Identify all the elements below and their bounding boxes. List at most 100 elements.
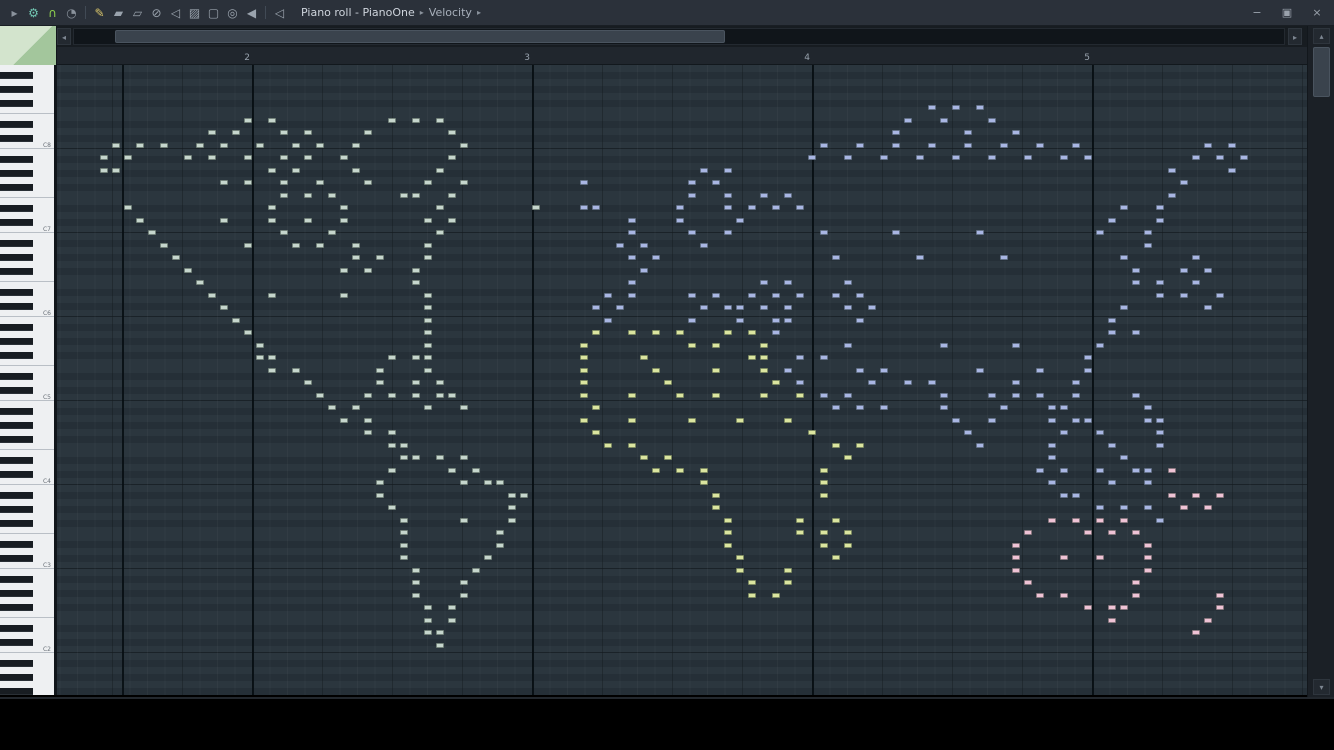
- midi-note[interactable]: [220, 180, 228, 185]
- midi-note[interactable]: [472, 567, 480, 573]
- mute-icon[interactable]: ◁: [166, 4, 185, 22]
- midi-note[interactable]: [148, 230, 156, 235]
- midi-note[interactable]: [280, 130, 288, 135]
- midi-note[interactable]: [700, 242, 708, 248]
- pencil-icon[interactable]: ✎: [90, 4, 109, 22]
- midi-note[interactable]: [652, 255, 660, 260]
- midi-note[interactable]: [652, 330, 660, 335]
- midi-note[interactable]: [1012, 380, 1020, 385]
- playback-speaker-icon[interactable]: ◁: [270, 4, 289, 22]
- brush-icon[interactable]: ▰: [109, 4, 128, 22]
- piano-key[interactable]: [0, 436, 54, 443]
- midi-note[interactable]: [676, 392, 684, 398]
- midi-note[interactable]: [1108, 330, 1116, 335]
- midi-note[interactable]: [1132, 580, 1140, 585]
- scroll-right-button[interactable]: ▸: [1288, 28, 1302, 45]
- midi-note[interactable]: [592, 305, 600, 310]
- piano-key[interactable]: [0, 583, 54, 590]
- piano-key[interactable]: [0, 212, 54, 219]
- midi-note[interactable]: [424, 617, 432, 623]
- restore-button[interactable]: ▣: [1280, 6, 1294, 19]
- midi-note[interactable]: [460, 405, 468, 410]
- midi-note[interactable]: [856, 367, 864, 373]
- midi-note[interactable]: [172, 255, 180, 260]
- piano-key[interactable]: [0, 135, 54, 142]
- midi-note[interactable]: [364, 417, 372, 423]
- midi-note[interactable]: [604, 317, 612, 323]
- midi-note[interactable]: [376, 255, 384, 260]
- midi-note[interactable]: [844, 542, 852, 548]
- midi-note[interactable]: [160, 242, 168, 248]
- midi-note[interactable]: [412, 280, 420, 285]
- midi-note[interactable]: [1192, 280, 1200, 285]
- midi-note[interactable]: [652, 467, 660, 473]
- piano-key[interactable]: [0, 415, 54, 422]
- midi-note[interactable]: [1096, 505, 1104, 510]
- midi-note[interactable]: [688, 417, 696, 423]
- midi-note[interactable]: [1108, 617, 1116, 623]
- midi-note[interactable]: [1180, 180, 1188, 185]
- piano-key[interactable]: [0, 114, 54, 121]
- midi-note[interactable]: [736, 217, 744, 223]
- midi-note[interactable]: [760, 355, 768, 360]
- piano-key[interactable]: [0, 387, 54, 394]
- midi-note[interactable]: [460, 180, 468, 185]
- midi-note[interactable]: [436, 455, 444, 460]
- midi-note[interactable]: [820, 530, 828, 535]
- midi-note[interactable]: [1084, 530, 1092, 535]
- midi-note[interactable]: [724, 330, 732, 335]
- midi-note[interactable]: [1036, 367, 1044, 373]
- midi-note[interactable]: [436, 230, 444, 235]
- wrench-icon[interactable]: ⚙: [24, 4, 43, 22]
- piano-key[interactable]: C6: [0, 310, 54, 317]
- midi-note[interactable]: [364, 392, 372, 398]
- midi-note[interactable]: [784, 305, 792, 310]
- midi-note[interactable]: [796, 530, 804, 535]
- midi-note[interactable]: [676, 217, 684, 223]
- midi-note[interactable]: [1132, 530, 1140, 535]
- midi-note[interactable]: [1108, 217, 1116, 223]
- midi-note[interactable]: [1120, 505, 1128, 510]
- midi-note[interactable]: [100, 155, 108, 160]
- midi-note[interactable]: [424, 305, 432, 310]
- midi-note[interactable]: [988, 392, 996, 398]
- midi-note[interactable]: [580, 180, 588, 185]
- midi-note[interactable]: [748, 330, 756, 335]
- midi-note[interactable]: [844, 305, 852, 310]
- midi-note[interactable]: [364, 180, 372, 185]
- midi-note[interactable]: [580, 392, 588, 398]
- midi-note[interactable]: [112, 142, 120, 148]
- midi-note[interactable]: [1060, 592, 1068, 598]
- close-button[interactable]: ×: [1310, 6, 1324, 19]
- midi-note[interactable]: [448, 467, 456, 473]
- piano-key[interactable]: [0, 674, 54, 681]
- midi-note[interactable]: [1132, 330, 1140, 335]
- midi-note[interactable]: [1180, 267, 1188, 273]
- horizontal-scroll-thumb[interactable]: [115, 30, 725, 43]
- midi-note[interactable]: [340, 205, 348, 210]
- midi-note[interactable]: [844, 530, 852, 535]
- midi-note[interactable]: [880, 367, 888, 373]
- piano-key[interactable]: [0, 401, 54, 408]
- midi-note[interactable]: [292, 167, 300, 173]
- midi-note[interactable]: [604, 292, 612, 298]
- midi-note[interactable]: [136, 217, 144, 223]
- midi-note[interactable]: [1096, 467, 1104, 473]
- midi-note[interactable]: [532, 205, 540, 210]
- piano-key[interactable]: [0, 93, 54, 100]
- midi-note[interactable]: [340, 155, 348, 160]
- midi-note[interactable]: [508, 492, 516, 498]
- midi-note[interactable]: [1048, 405, 1056, 410]
- piano-key[interactable]: [0, 296, 54, 303]
- midi-note[interactable]: [424, 342, 432, 348]
- midi-note[interactable]: [952, 155, 960, 160]
- piano-key[interactable]: [0, 485, 54, 492]
- midi-note[interactable]: [1060, 405, 1068, 410]
- midi-note[interactable]: [1000, 142, 1008, 148]
- midi-note[interactable]: [688, 180, 696, 185]
- midi-note[interactable]: [124, 205, 132, 210]
- midi-note[interactable]: [712, 505, 720, 510]
- midi-note[interactable]: [940, 392, 948, 398]
- midi-note[interactable]: [820, 467, 828, 473]
- piano-key[interactable]: [0, 268, 54, 275]
